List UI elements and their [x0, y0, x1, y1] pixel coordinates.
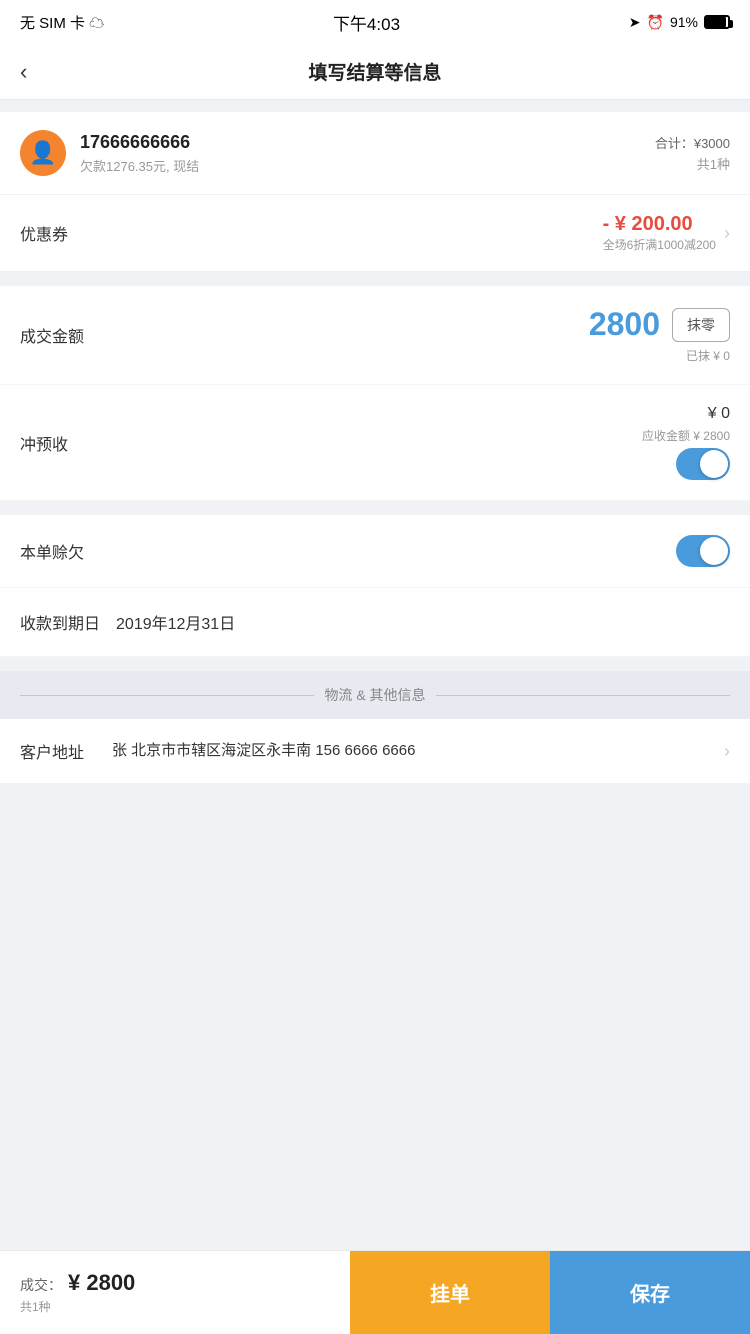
due-date-row: 收款到期日 2019年12月31日 [0, 588, 750, 657]
save-button[interactable]: 保存 [550, 1251, 750, 1334]
bottom-deal-row: 成交： ¥ 2800 [20, 1270, 330, 1296]
bottom-count: 共1种 [20, 1298, 330, 1315]
bottom-fill [0, 783, 750, 883]
address-row[interactable]: 客户地址 张 北京市市辖区海淀区永丰南 156 6666 6666 › [0, 719, 750, 783]
prepayment-sub: 应收金额 ¥ 2800 [642, 427, 730, 444]
page-title: 填写结算等信息 [308, 58, 441, 85]
total-label: 合计：¥3000 [655, 133, 730, 152]
credit-note-label: 本单赊欠 [20, 539, 84, 563]
section-divider-3 [0, 657, 750, 671]
coupon-chevron-icon: › [724, 223, 730, 244]
address-label: 客户地址 [20, 739, 100, 763]
credit-note-row: 本单赊欠 [0, 515, 750, 588]
prepayment-toggle[interactable] [676, 448, 730, 480]
credit-note-toggle[interactable] [676, 535, 730, 567]
coupon-right: - ¥ 200.00 全场6折满1000减200 › [603, 213, 730, 253]
customer-details: 17666666666 欠款1276.35元, 现结 [80, 132, 199, 175]
total-count: 共1种 [655, 154, 730, 173]
deal-amount-label: 成交金额 [20, 323, 84, 347]
deal-amount-right: 2800 抹零 [589, 306, 730, 343]
credit-note-section: 本单赊欠 收款到期日 2019年12月31日 [0, 515, 750, 657]
address-value: 张 北京市市辖区海淀区永丰南 156 6666 6666 [100, 740, 724, 763]
due-date-label: 收款到期日 [20, 610, 100, 634]
battery-label: 91% [670, 14, 698, 30]
prepayment-label: 冲预收 [20, 431, 68, 455]
due-date-value: 2019年12月31日 [116, 610, 235, 634]
prepayment-toggle-knob [700, 450, 728, 478]
prepayment-value: ¥ 0 [708, 405, 730, 423]
nav-bar: ‹ 填写结算等信息 [0, 44, 750, 100]
bottom-bar: 成交： ¥ 2800 共1种 挂单 保存 [0, 1250, 750, 1334]
coupon-label: 优惠券 [20, 221, 68, 245]
logistics-line-left [20, 695, 314, 696]
coupon-row[interactable]: 优惠券 - ¥ 200.00 全场6折满1000减200 › [0, 195, 750, 272]
coupon-description: 全场6折满1000减200 [603, 236, 716, 253]
credit-note-toggle-knob [700, 537, 728, 565]
deal-amount-sub: 已抹 ¥ 0 [686, 347, 730, 364]
deal-amount-section: 成交金额 2800 抹零 已抹 ¥ 0 冲预收 ¥ 0 应收金额 ¥ 2800 [0, 286, 750, 501]
customer-card: 👤 17666666666 欠款1276.35元, 现结 合计：¥3000 共1… [0, 112, 750, 194]
bottom-summary: 成交： ¥ 2800 共1种 [0, 1270, 350, 1315]
bottom-deal-label: 成交： [20, 1275, 62, 1295]
status-bar: 无 SIM 卡 ☁ 下午4:03 ➤ ⏰ 91% [0, 0, 750, 44]
suspend-button[interactable]: 挂单 [350, 1251, 550, 1334]
prepayment-right: ¥ 0 应收金额 ¥ 2800 [642, 405, 730, 480]
status-left: 无 SIM 卡 ☁ [20, 12, 104, 33]
order-summary: 合计：¥3000 共1种 [655, 133, 730, 173]
section-divider-2 [0, 501, 750, 515]
avatar-icon: 👤 [29, 140, 56, 166]
prepayment-row: 冲预收 ¥ 0 应收金额 ¥ 2800 [0, 385, 750, 501]
logistics-label: 物流 & 其他信息 [324, 685, 425, 705]
deal-amount-row: 成交金额 2800 抹零 已抹 ¥ 0 [0, 286, 750, 385]
round-off-button[interactable]: 抹零 [672, 308, 730, 342]
location-icon: ➤ [629, 14, 641, 31]
logistics-header: 物流 & 其他信息 [0, 671, 750, 719]
section-divider-1 [0, 272, 750, 286]
prepayment-label-group: 冲预收 [20, 431, 68, 455]
coupon-discount: - ¥ 200.00 [603, 213, 716, 236]
address-chevron-icon: › [724, 741, 730, 762]
status-right: ➤ ⏰ 91% [629, 14, 730, 31]
customer-sub: 欠款1276.35元, 现结 [80, 156, 199, 175]
avatar: 👤 [20, 130, 66, 176]
clock-icon: ⏰ [647, 14, 664, 31]
deal-amount-value: 2800 [589, 306, 660, 343]
bottom-deal-amount: ¥ 2800 [68, 1270, 135, 1296]
customer-phone: 17666666666 [80, 132, 199, 153]
battery-icon [704, 15, 730, 29]
back-button[interactable]: ‹ [20, 59, 27, 85]
status-time: 下午4:03 [333, 10, 400, 35]
customer-info: 👤 17666666666 欠款1276.35元, 现结 [20, 130, 199, 176]
logistics-line-right [436, 695, 730, 696]
sim-label: 无 SIM 卡 ☁ [20, 12, 104, 33]
